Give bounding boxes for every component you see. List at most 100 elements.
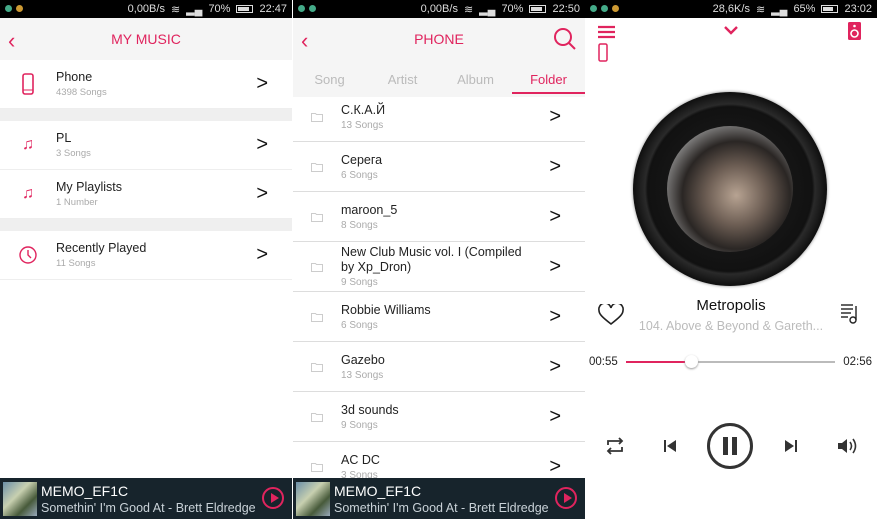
music-note-icon: ♫	[22, 185, 34, 202]
battery-level: 65%	[793, 3, 816, 15]
search-icon[interactable]	[553, 27, 577, 51]
folder-icon	[311, 262, 323, 272]
chevron-right-icon: >	[256, 182, 268, 205]
progress-slider[interactable]	[626, 355, 835, 368]
play-button[interactable]	[555, 487, 577, 509]
folder-count: 13 Songs	[341, 369, 384, 381]
pause-button[interactable]	[707, 423, 753, 469]
folder-title: New Club Music vol. I (Compiled by Xp_Dr…	[341, 245, 522, 274]
back-button[interactable]: ‹	[8, 28, 15, 54]
chevron-right-icon: >	[256, 72, 268, 95]
chevron-right-icon: >	[549, 305, 561, 327]
previous-icon[interactable]	[663, 439, 677, 453]
list-item-recently-played[interactable]: Recently Played 11 Songs >	[0, 231, 292, 280]
signal-icon: ▂▄	[771, 3, 788, 16]
wifi-icon: ≋	[170, 3, 181, 16]
list-item-phone[interactable]: Phone 4398 Songs >	[0, 60, 292, 109]
mini-subtitle: Somethin' I'm Good At - Brett Eldredge	[41, 500, 256, 515]
folder-item[interactable]: maroon_5 8 Songs >	[293, 192, 585, 242]
play-button[interactable]	[262, 487, 284, 509]
chevron-right-icon: >	[549, 205, 561, 227]
folder-icon	[311, 462, 323, 472]
item-title: PL	[56, 131, 72, 145]
clock: 23:02	[844, 3, 872, 15]
header: ‹ PHONE	[293, 18, 585, 60]
duration-time: 02:56	[843, 356, 872, 368]
track-artist: 104. Above & Beyond & Gareth...	[638, 319, 824, 333]
mini-title: MEMO_EF1C	[334, 482, 422, 499]
heart-icon[interactable]	[598, 304, 624, 326]
speaker-icon[interactable]	[848, 22, 861, 40]
battery-level: 70%	[208, 3, 231, 15]
folder-item[interactable]: Серега 6 Songs >	[293, 142, 585, 192]
signal-icon: ▂▄	[186, 3, 203, 16]
chevron-right-icon: >	[549, 255, 561, 277]
folder-item[interactable]: Gazebo 13 Songs >	[293, 342, 585, 392]
net-speed: 0,00B/s	[420, 3, 458, 15]
mini-player[interactable]: MEMO_EF1C Somethin' I'm Good At - Brett E…	[0, 478, 292, 519]
album-art	[296, 481, 330, 516]
folder-icon	[311, 212, 323, 222]
mini-player[interactable]: MEMO_EF1C Somethin' I'm Good At - Brett E…	[293, 478, 585, 519]
folder-icon	[311, 112, 323, 122]
folder-item[interactable]: С.К.А.Й 13 Songs >	[293, 92, 585, 142]
tab-folder[interactable]: Folder	[512, 60, 585, 94]
battery-level: 70%	[501, 3, 524, 15]
chevron-down-icon[interactable]	[724, 26, 738, 35]
wifi-icon: ≋	[463, 3, 474, 16]
divider	[0, 219, 292, 231]
list-item-my-playlists[interactable]: ♫ My Playlists 1 Number >	[0, 170, 292, 219]
mini-subtitle: Somethin' I'm Good At - Brett Eldredge	[334, 500, 549, 515]
list-item-pl[interactable]: ♫ PL 3 Songs >	[0, 121, 292, 170]
progress-fill	[626, 361, 691, 363]
album-art	[3, 481, 37, 516]
wifi-icon: ≋	[755, 3, 766, 16]
phone-screen: 0,00B/s ≋ ▂▄ 70% 22:50 ‹ PHONE Song Artist A…	[293, 0, 585, 519]
status-bar: 28,6K/s ≋ ▂▄ 65% 23:02	[585, 0, 877, 18]
volume-icon[interactable]	[837, 437, 859, 455]
back-button[interactable]: ‹	[301, 28, 308, 54]
battery-icon	[236, 5, 254, 13]
item-title: Phone	[56, 70, 93, 84]
pause-icon	[723, 437, 728, 455]
folder-icon	[311, 162, 323, 172]
folder-count: 9 Songs	[341, 419, 378, 431]
net-speed: 0,00B/s	[127, 3, 165, 15]
status-bar: 0,00B/s ≋ ▂▄ 70% 22:50	[293, 0, 585, 18]
chevron-right-icon: >	[256, 133, 268, 156]
folder-title: С.К.А.Й	[341, 102, 386, 117]
folder-item[interactable]: New Club Music vol. I (Compiled by Xp_Dr…	[293, 242, 585, 292]
folder-item[interactable]: Robbie Williams 6 Songs >	[293, 292, 585, 342]
folder-title: Серега	[341, 152, 383, 167]
track-title: Metropolis	[696, 297, 766, 314]
folder-count: 9 Songs	[341, 277, 378, 288]
folder-count: 6 Songs	[341, 319, 378, 331]
item-title: My Playlists	[56, 180, 122, 194]
playlist-icon[interactable]	[840, 303, 860, 325]
now-playing-screen: 28,6K/s ≋ ▂▄ 65% 23:02 Metropolis 104. Above…	[585, 0, 877, 519]
folder-count: 8 Songs	[341, 219, 378, 231]
next-icon[interactable]	[784, 439, 798, 453]
folder-icon	[311, 362, 323, 372]
folder-count: 6 Songs	[341, 169, 378, 181]
divider	[0, 109, 292, 121]
repeat-icon[interactable]	[605, 437, 625, 455]
folder-title: Gazebo	[341, 352, 385, 367]
chevron-right-icon: >	[549, 105, 561, 127]
my-music-screen: 0,00B/s ≋ ▂▄ 70% 22:47 ‹ MY MUSIC Phone 4398 …	[0, 0, 292, 519]
chevron-right-icon: >	[549, 405, 561, 427]
battery-icon	[821, 5, 839, 13]
status-bar: 0,00B/s ≋ ▂▄ 70% 22:47	[0, 0, 292, 18]
clock-icon	[19, 246, 37, 264]
progress-knob[interactable]	[684, 355, 698, 368]
mini-title: MEMO_EF1C	[41, 482, 129, 499]
elapsed-time: 00:55	[589, 356, 618, 368]
clock: 22:47	[259, 3, 287, 15]
folder-icon	[311, 312, 323, 322]
folder-item[interactable]: 3d sounds 9 Songs >	[293, 392, 585, 442]
folder-icon	[311, 412, 323, 422]
folder-title: Robbie Williams	[341, 302, 431, 317]
folder-count: 13 Songs	[341, 119, 384, 131]
chevron-right-icon: >	[256, 243, 268, 266]
menu-icon[interactable]	[598, 25, 616, 39]
